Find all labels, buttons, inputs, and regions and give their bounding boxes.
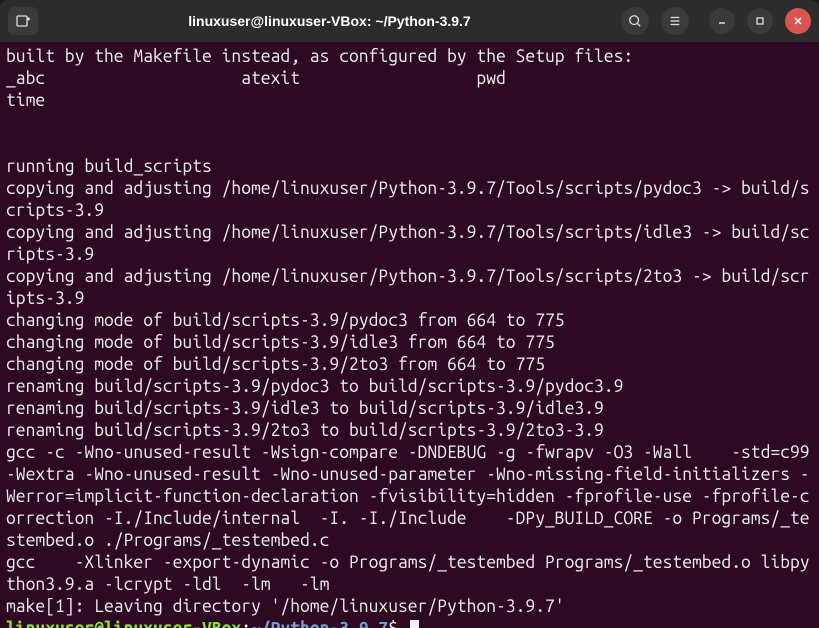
- new-tab-icon: [15, 13, 31, 29]
- window-controls: [709, 8, 811, 34]
- terminal-line: copying and adjusting /home/linuxuser/Py…: [6, 267, 810, 308]
- maximize-button[interactable]: [747, 8, 773, 34]
- close-icon: [793, 16, 803, 26]
- prompt-path: ~/Python-3.9.7: [251, 619, 388, 628]
- terminal-line: changing mode of build/scripts-3.9/pydoc…: [6, 311, 565, 330]
- titlebar: linuxuser@linuxuser-VBox: ~/Python-3.9.7: [0, 0, 819, 42]
- prompt-colon: :: [241, 619, 251, 628]
- terminal-output[interactable]: built by the Makefile instead, as config…: [0, 42, 819, 628]
- menu-button[interactable]: [661, 7, 689, 35]
- new-tab-button[interactable]: [8, 7, 38, 35]
- minimize-icon: [717, 16, 727, 26]
- titlebar-left: [8, 7, 38, 35]
- prompt: linuxuser@linuxuser-VBox:~/Python-3.9.7$: [6, 619, 419, 628]
- terminal-line: changing mode of build/scripts-3.9/2to3 …: [6, 355, 545, 374]
- hamburger-icon: [668, 14, 682, 28]
- terminal-line: built by the Makefile instead, as config…: [6, 47, 633, 66]
- close-button[interactable]: [785, 8, 811, 34]
- terminal-line: renaming build/scripts-3.9/2to3 to build…: [6, 421, 604, 440]
- titlebar-right: [621, 7, 811, 35]
- prompt-user-host: linuxuser@linuxuser-VBox: [6, 619, 241, 628]
- terminal-line: _abc atexit pwd: [6, 69, 506, 88]
- terminal-line: gcc -c -Wno-unused-result -Wsign-compare…: [6, 443, 819, 550]
- prompt-symbol: $: [388, 619, 398, 628]
- search-button[interactable]: [621, 7, 649, 35]
- terminal-line: changing mode of build/scripts-3.9/idle3…: [6, 333, 555, 352]
- cursor: [410, 620, 419, 628]
- terminal-line: copying and adjusting /home/linuxuser/Py…: [6, 223, 810, 264]
- terminal-line: running build_scripts: [6, 157, 212, 176]
- search-icon: [628, 14, 642, 28]
- terminal-line: renaming build/scripts-3.9/idle3 to buil…: [6, 399, 604, 418]
- terminal-line: copying and adjusting /home/linuxuser/Py…: [6, 179, 810, 220]
- terminal-line: time: [6, 91, 45, 110]
- terminal-line: make[1]: Leaving directory '/home/linuxu…: [6, 597, 565, 616]
- maximize-icon: [755, 16, 765, 26]
- minimize-button[interactable]: [709, 8, 735, 34]
- terminal-line: renaming build/scripts-3.9/pydoc3 to bui…: [6, 377, 623, 396]
- terminal-line: gcc -Xlinker -export-dynamic -o Programs…: [6, 553, 810, 594]
- window-title: linuxuser@linuxuser-VBox: ~/Python-3.9.7: [46, 13, 613, 29]
